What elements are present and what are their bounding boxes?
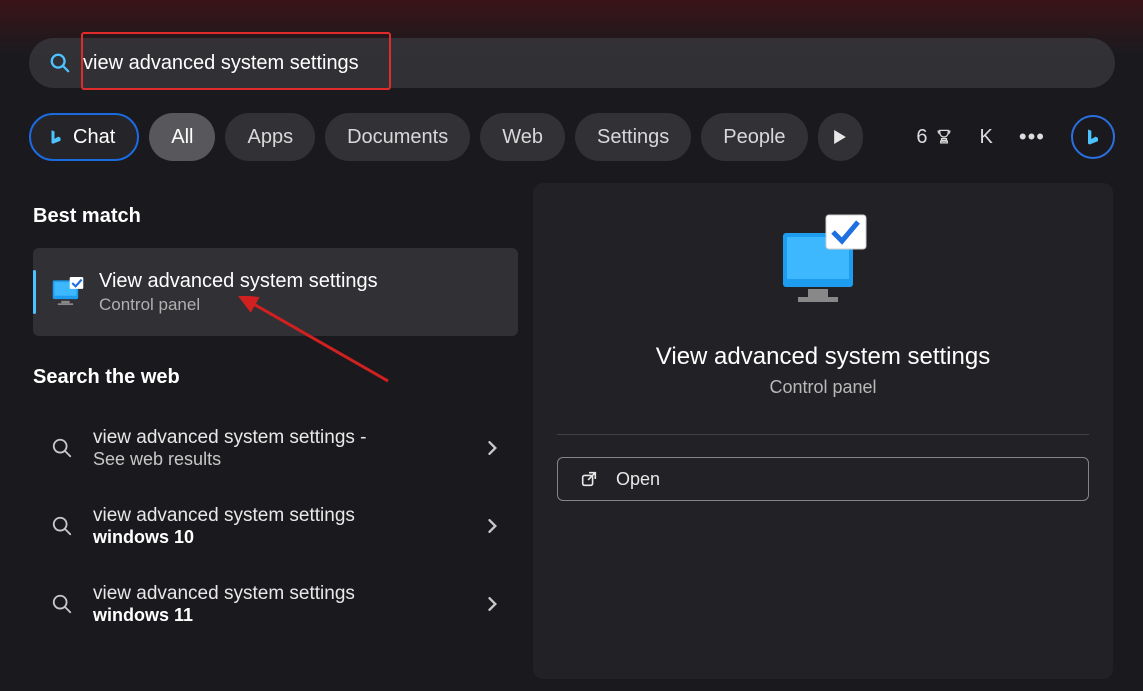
web-line2: windows 10 xyxy=(93,527,486,548)
web-result-item[interactable]: view advanced system settings windows 11 xyxy=(33,565,518,643)
best-match-result[interactable]: View advanced system settings Control pa… xyxy=(33,248,518,336)
search-icon xyxy=(51,437,73,459)
search-bar[interactable] xyxy=(29,38,1115,88)
web-line2: windows 11 xyxy=(93,605,486,626)
web-result-text: view advanced system settings windows 10 xyxy=(93,505,486,548)
search-web-header: Search the web xyxy=(33,366,533,389)
chat-label: Chat xyxy=(73,126,115,149)
filter-apps[interactable]: Apps xyxy=(225,113,315,161)
chevron-right-icon xyxy=(486,597,500,611)
results-panel: Best match View advanced system settings… xyxy=(0,183,533,691)
search-icon xyxy=(51,515,73,537)
open-button[interactable]: Open xyxy=(557,457,1089,501)
web-line1: view advanced system settings xyxy=(93,505,486,527)
bing-icon xyxy=(47,128,65,146)
filter-bar: Chat All Apps Documents Web Settings Peo… xyxy=(29,113,1115,161)
filter-web[interactable]: Web xyxy=(480,113,565,161)
web-result-item[interactable]: view advanced system settings - See web … xyxy=(33,409,518,487)
web-result-text: view advanced system settings - See web … xyxy=(93,427,486,470)
best-match-header: Best match xyxy=(33,205,533,228)
chevron-right-icon xyxy=(486,441,500,455)
bing-chat-button[interactable] xyxy=(1071,115,1115,159)
filter-people[interactable]: People xyxy=(701,113,807,161)
search-icon xyxy=(49,52,71,74)
preview-subtitle: Control panel xyxy=(769,377,876,398)
header-right: 6 K ••• xyxy=(916,115,1115,159)
web-line1: view advanced system settings xyxy=(93,583,486,605)
filter-more[interactable] xyxy=(818,113,863,161)
result-subtitle: Control panel xyxy=(99,295,378,315)
filter-settings[interactable]: Settings xyxy=(575,113,691,161)
open-external-icon xyxy=(580,470,598,488)
bing-icon xyxy=(1083,127,1103,147)
search-icon xyxy=(51,593,73,615)
web-line1: view advanced system settings - xyxy=(93,427,486,449)
chevron-right-icon xyxy=(486,519,500,533)
web-line2: See web results xyxy=(93,449,486,470)
rewards-count: 6 xyxy=(916,126,927,149)
content-area: Best match View advanced system settings… xyxy=(0,183,1143,691)
user-avatar-initial[interactable]: K xyxy=(980,126,993,149)
preview-title: View advanced system settings xyxy=(656,343,990,371)
chat-filter-pill[interactable]: Chat xyxy=(29,113,139,161)
preview-icon xyxy=(778,213,868,313)
control-panel-icon xyxy=(51,277,85,307)
play-icon xyxy=(834,130,846,144)
web-result-item[interactable]: view advanced system settings windows 10 xyxy=(33,487,518,565)
open-label: Open xyxy=(616,469,660,490)
result-title: View advanced system settings xyxy=(99,270,378,293)
filter-all[interactable]: All xyxy=(149,113,215,161)
trophy-icon xyxy=(934,127,954,147)
preview-panel: View advanced system settings Control pa… xyxy=(533,183,1113,679)
web-result-text: view advanced system settings windows 11 xyxy=(93,583,486,626)
filter-documents[interactable]: Documents xyxy=(325,113,470,161)
best-match-text: View advanced system settings Control pa… xyxy=(99,270,378,315)
search-input[interactable] xyxy=(83,52,1095,75)
rewards-counter[interactable]: 6 xyxy=(916,126,953,149)
divider xyxy=(557,434,1089,435)
more-options-button[interactable]: ••• xyxy=(1019,124,1045,150)
